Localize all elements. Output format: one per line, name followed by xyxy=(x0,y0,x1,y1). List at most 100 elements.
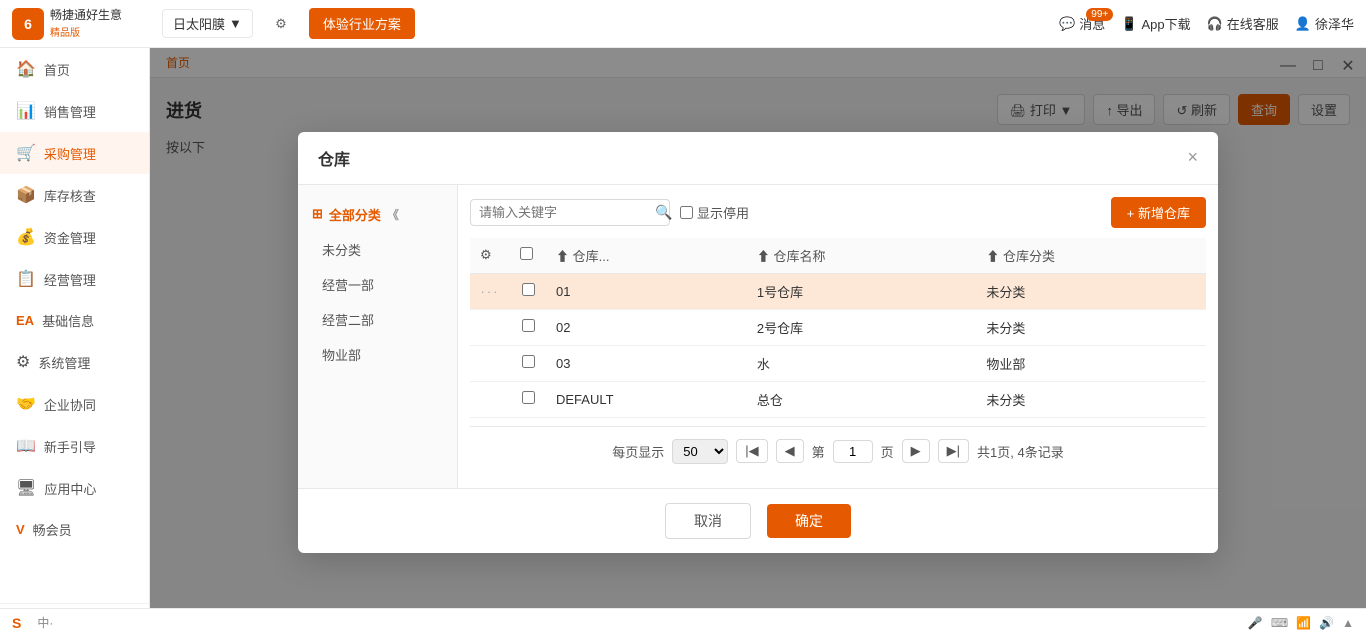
sidebar-item-purchase[interactable]: 🛒 采购管理 xyxy=(0,132,149,174)
table-row[interactable]: DEFAULT 总仓 未分类 xyxy=(470,381,1206,417)
category-item-ops2[interactable]: 经营二部 xyxy=(298,302,457,337)
company-selector[interactable]: 日太阳膜 ▼ xyxy=(162,9,253,38)
gear-col-icon: ⚙ xyxy=(480,247,492,262)
sidebar-label-finance: 资金管理 xyxy=(44,228,96,247)
status-bar: S 中· 🎤 ⌨ 📶 🔊 ▲ xyxy=(0,608,1366,636)
row-category-2: 未分类 xyxy=(976,309,1206,345)
basic-info-icon: EA xyxy=(16,313,34,328)
cancel-btn[interactable]: 取消 xyxy=(665,503,751,539)
col-check-header xyxy=(510,238,546,274)
search-box: 🔍 xyxy=(470,199,670,226)
top-header: 6 畅捷通好生意 精品版 日太阳膜 ▼ ⚙ 体验行业方案 💬 消息 99+ 📱 … xyxy=(0,0,1366,48)
message-icon: 💬 xyxy=(1059,16,1075,32)
table-row[interactable]: 02 2号仓库 未分类 xyxy=(470,309,1206,345)
confirm-btn[interactable]: 确定 xyxy=(767,504,851,538)
show-disabled-label[interactable]: 显示停用 xyxy=(680,203,749,222)
category-item-uncategorized[interactable]: 未分类 xyxy=(298,232,457,267)
online-service-btn[interactable]: 🎧 在线客服 xyxy=(1207,14,1279,33)
keyboard-icon: ⌨ xyxy=(1271,616,1288,630)
online-service-label: 在线客服 xyxy=(1227,14,1279,33)
page-input[interactable] xyxy=(833,440,873,463)
sidebar-label-enterprise: 企业协同 xyxy=(44,395,96,414)
avatar-icon: 👤 xyxy=(1295,16,1311,32)
trial-button[interactable]: 体验行业方案 xyxy=(309,8,415,39)
sidebar-item-inventory[interactable]: 📦 库存核查 xyxy=(0,174,149,216)
sidebar-item-finance[interactable]: 💰 资金管理 xyxy=(0,216,149,258)
show-disabled-checkbox[interactable] xyxy=(680,206,693,219)
settings-icon-btn[interactable]: ⚙ xyxy=(265,8,297,40)
guide-icon: 📖 xyxy=(16,436,36,456)
row-checkbox-4[interactable] xyxy=(522,391,535,404)
app-center-icon: 🖥 xyxy=(16,478,36,498)
arrow-up-icon: ▲ xyxy=(1342,616,1354,630)
search-input[interactable] xyxy=(479,205,655,220)
logo-icon: 6 xyxy=(12,8,44,40)
pagination: 每页显示 50 10 20 100 |◀ ◀ 第 页 xyxy=(470,426,1206,476)
sidebar-item-system[interactable]: ⚙ 系统管理 xyxy=(0,341,149,383)
last-page-btn[interactable]: ▶| xyxy=(938,439,969,463)
col-name-header: ⬆ 仓库名称 xyxy=(747,238,977,274)
add-warehouse-btn[interactable]: + 新增仓库 xyxy=(1111,197,1206,228)
inventory-icon: 📦 xyxy=(16,185,36,205)
finance-icon: 💰 xyxy=(16,227,36,247)
sidebar-item-basic-info[interactable]: EA 基础信息 xyxy=(0,300,149,341)
next-page-btn[interactable]: ▶ xyxy=(902,439,930,463)
user-area[interactable]: 👤 徐泽华 xyxy=(1295,14,1354,33)
messages-btn[interactable]: 💬 消息 99+ xyxy=(1059,14,1105,33)
sidebar-label-inventory: 库存核查 xyxy=(44,186,96,205)
category-sidebar: ⊞ 全部分类 《 未分类 经营一部 经营二部 xyxy=(298,185,458,488)
category-item-property[interactable]: 物业部 xyxy=(298,337,457,372)
page-label: 第 xyxy=(812,442,825,461)
modal-close-btn[interactable]: × xyxy=(1187,147,1198,168)
select-all-checkbox[interactable] xyxy=(520,247,533,260)
category-header[interactable]: ⊞ 全部分类 《 xyxy=(298,197,457,232)
row-gear-3 xyxy=(470,345,510,381)
category-item-ops1[interactable]: 经营一部 xyxy=(298,267,457,302)
table-header-row: ⚙ ⬆ 仓库... xyxy=(470,238,1206,274)
content-area: 首页 进货 🖨 打印 ▼ ↑ 导出 ↺ 刷新 查询 设置 按以下 xyxy=(150,48,1366,636)
table-container: ⚙ ⬆ 仓库... xyxy=(470,238,1206,418)
row-gear-4 xyxy=(470,381,510,417)
sidebar-item-home[interactable]: 🏠 首页 xyxy=(0,48,149,90)
app-download-label: App下载 xyxy=(1141,14,1190,33)
table-row[interactable]: ··· 01 1号仓库 未分类 xyxy=(470,273,1206,309)
page-suffix: 页 xyxy=(881,442,894,461)
sidebar-item-member[interactable]: V 畅会员 xyxy=(0,509,149,550)
row-gear-2 xyxy=(470,309,510,345)
collapse-btn[interactable]: 《 xyxy=(387,206,399,223)
sidebar: 🏠 首页 📊 销售管理 🛒 采购管理 📦 库存核查 💰 资金管理 📋 经营管理 … xyxy=(0,48,150,636)
member-icon: V xyxy=(16,522,25,537)
sidebar-item-app-center[interactable]: 🖥 应用中心 xyxy=(0,467,149,509)
per-page-select[interactable]: 50 10 20 100 xyxy=(672,439,728,464)
company-name: 日太阳膜 xyxy=(173,14,225,33)
speaker-icon: 🔊 xyxy=(1319,616,1334,630)
row-check-1 xyxy=(510,273,546,309)
home-icon: 🏠 xyxy=(16,59,36,79)
app-download-btn[interactable]: 📱 App下载 xyxy=(1121,14,1190,33)
dropdown-icon: ▼ xyxy=(229,16,242,31)
category-header-label: 全部分类 xyxy=(329,205,381,224)
sidebar-item-operations[interactable]: 📋 经营管理 xyxy=(0,258,149,300)
row-checkbox-2[interactable] xyxy=(522,319,535,332)
col-gear-header: ⚙ xyxy=(470,238,510,274)
row-checkbox-3[interactable] xyxy=(522,355,535,368)
row-name-2: 2号仓库 xyxy=(747,309,977,345)
table-row[interactable]: 03 水 物业部 xyxy=(470,345,1206,381)
modal-main-content: 🔍 显示停用 + 新增仓库 xyxy=(458,185,1218,488)
grid-icon: ⊞ xyxy=(312,206,323,222)
header-right: 💬 消息 99+ 📱 App下载 🎧 在线客服 👤 徐泽华 xyxy=(1059,14,1354,33)
sales-icon: 📊 xyxy=(16,101,36,121)
sidebar-label-purchase: 采购管理 xyxy=(44,144,96,163)
sidebar-item-enterprise[interactable]: 🤝 企业协同 xyxy=(0,383,149,425)
header-center: 日太阳膜 ▼ ⚙ 体验行业方案 xyxy=(162,8,1059,40)
first-page-btn[interactable]: |◀ xyxy=(736,439,767,463)
messages-badge: 99+ xyxy=(1086,8,1113,21)
system-icon: ⚙ xyxy=(16,352,30,372)
search-icon: 🔍 xyxy=(655,204,672,221)
sidebar-label-sales: 销售管理 xyxy=(44,102,96,121)
sidebar-item-sales[interactable]: 📊 销售管理 xyxy=(0,90,149,132)
sidebar-item-guide[interactable]: 📖 新手引导 xyxy=(0,425,149,467)
prev-page-btn[interactable]: ◀ xyxy=(776,439,804,463)
row-checkbox-1[interactable] xyxy=(522,283,535,296)
row-name-1: 1号仓库 xyxy=(747,273,977,309)
